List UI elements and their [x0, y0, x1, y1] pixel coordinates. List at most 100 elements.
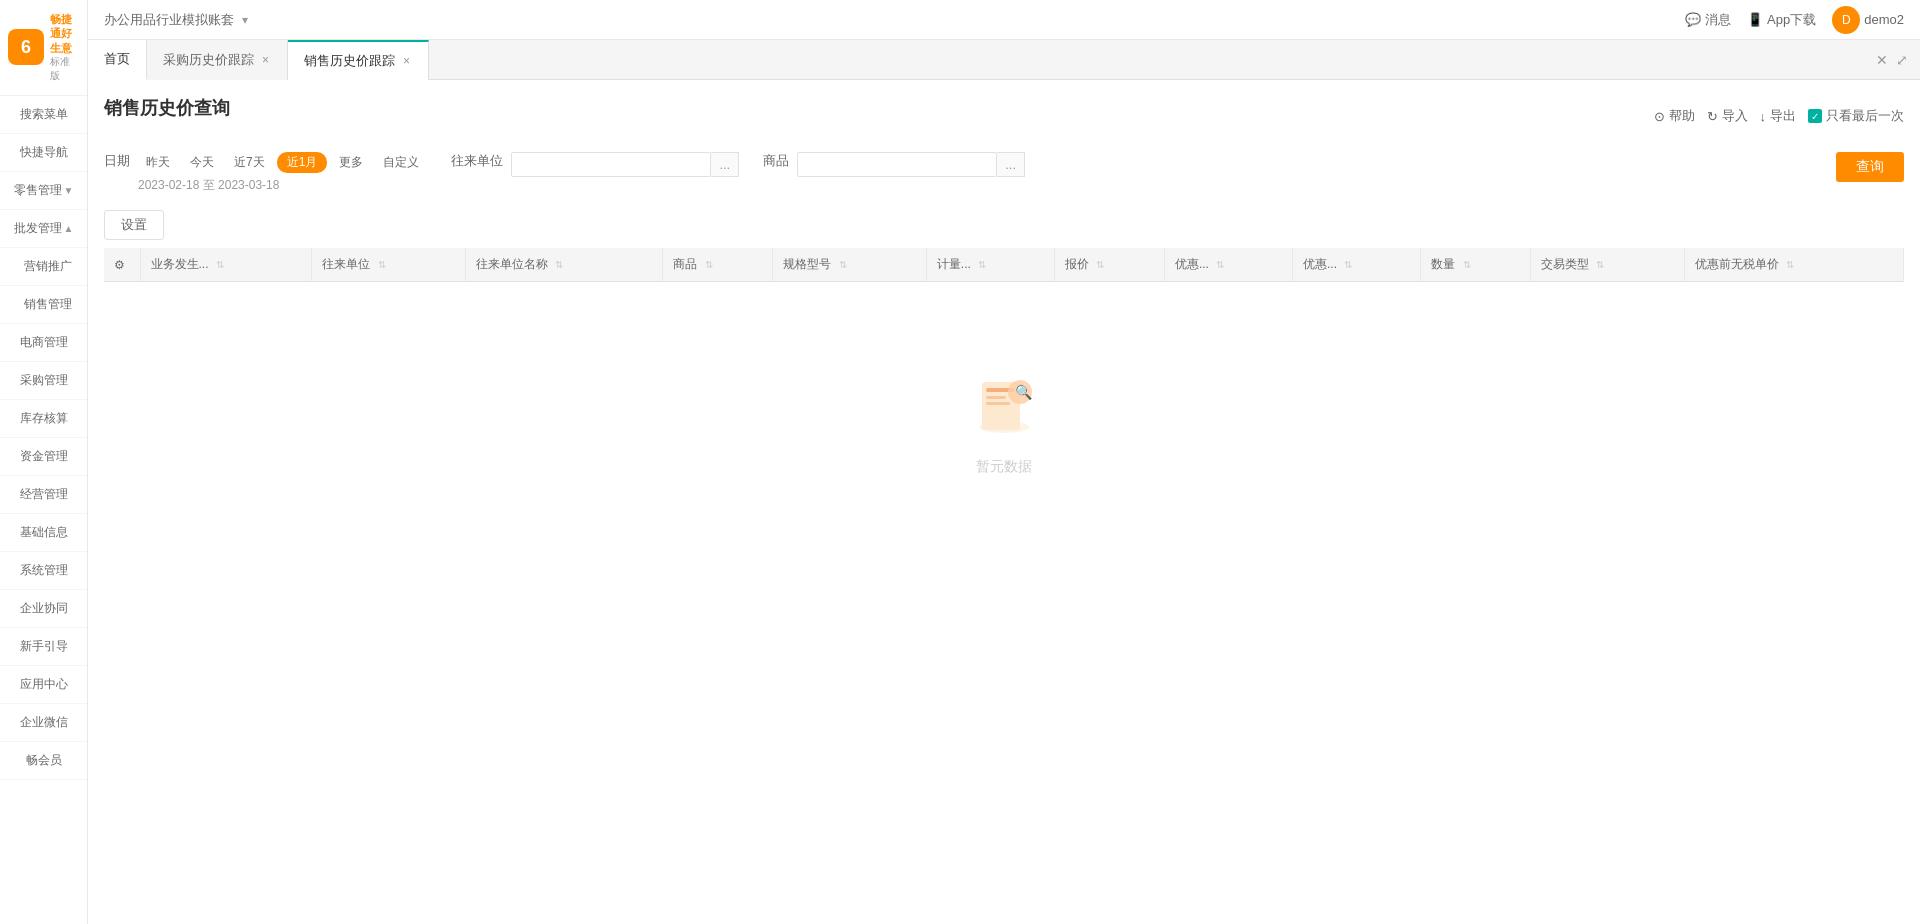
wechat-label: 企业微信: [20, 714, 68, 731]
partner-name-sort-icon: ⇅: [555, 259, 563, 270]
table-header: ⚙ 业务发生... ⇅ 往来单位 ⇅ 往来单位名称 ⇅: [104, 248, 1904, 282]
sidebar-item-system[interactable]: 系统管理: [0, 552, 87, 590]
sidebar-item-apps[interactable]: 应用中心: [0, 666, 87, 704]
import-action[interactable]: ↻ 导入: [1707, 107, 1748, 125]
app-logo-sub: 标准版: [50, 55, 79, 83]
qty-sort-icon: ⇅: [1463, 259, 1471, 270]
tab-sales-history[interactable]: 销售历史价跟踪 ×: [288, 40, 429, 80]
sidebar-item-basic[interactable]: 基础信息: [0, 514, 87, 552]
partner-input-dots[interactable]: ...: [711, 152, 739, 177]
wholesale-arrow-icon: ▲: [64, 223, 74, 234]
sidebar-item-quicknav[interactable]: 快捷导航: [0, 134, 87, 172]
table-col-product[interactable]: 商品 ⇅: [663, 248, 773, 282]
settings-button[interactable]: 设置: [104, 210, 164, 240]
app-download-action[interactable]: 📱 App下载: [1747, 11, 1816, 29]
sidebar-logo[interactable]: 6 畅捷通好生意 标准版: [0, 0, 87, 96]
sidebar-item-search[interactable]: 搜索菜单: [0, 96, 87, 134]
date-option-more[interactable]: 更多: [331, 152, 371, 173]
main-content: 办公用品行业模拟账套 ▾ 💬 消息 📱 App下载 D demo2 首页 采购历…: [88, 0, 1920, 924]
sidebar-item-vip[interactable]: 畅会员: [0, 742, 87, 780]
table-col-discount2[interactable]: 优惠... ⇅: [1293, 248, 1421, 282]
query-button[interactable]: 查询: [1836, 152, 1904, 182]
topbar-dropdown-icon[interactable]: ▾: [242, 13, 248, 27]
product-filter-section: 商品 ...: [763, 152, 1025, 177]
enterprise-label: 企业协同: [20, 600, 68, 617]
table-col-quote[interactable]: 报价 ⇅: [1054, 248, 1164, 282]
date-option-custom[interactable]: 自定义: [375, 152, 427, 173]
product-sort-icon: ⇅: [705, 259, 713, 270]
import-label: 导入: [1722, 107, 1748, 125]
sidebar-item-inventory[interactable]: 库存核算: [0, 400, 87, 438]
date-option-last1m[interactable]: 近1月: [277, 152, 328, 173]
table-col-unit[interactable]: 计量... ⇅: [926, 248, 1054, 282]
date-option-yesterday[interactable]: 昨天: [138, 152, 178, 173]
topbar-right: 💬 消息 📱 App下载 D demo2: [1685, 6, 1904, 34]
last-only-checkbox[interactable]: ✓: [1808, 109, 1822, 123]
sidebar-item-sales[interactable]: 销售管理: [0, 286, 87, 324]
svg-rect-4: [986, 402, 1010, 405]
tab-sales-history-close[interactable]: ×: [401, 52, 412, 70]
sidebar-item-retail[interactable]: 零售管理 ▼: [0, 172, 87, 210]
date-option-today[interactable]: 今天: [182, 152, 222, 173]
biz-date-sort-icon: ⇅: [216, 259, 224, 270]
date-filter-section: 日期 昨天 今天 近7天 近1月 更多 自定义 2023-02-18 至 202…: [104, 152, 427, 194]
biz-date-col-label: 业务发生...: [151, 257, 209, 271]
ecommerce-label: 电商管理: [20, 334, 68, 351]
unit-sort-icon: ⇅: [978, 259, 986, 270]
export-label: 导出: [1770, 107, 1796, 125]
sidebar-item-wechat[interactable]: 企业微信: [0, 704, 87, 742]
system-label: 系统管理: [20, 562, 68, 579]
table-col-trade-type[interactable]: 交易类型 ⇅: [1531, 248, 1685, 282]
sidebar-item-enterprise[interactable]: 企业协同: [0, 590, 87, 628]
table-settings-icon[interactable]: ⚙: [114, 258, 125, 272]
sidebar-item-newbie[interactable]: 新手引导: [0, 628, 87, 666]
table-col-discount1[interactable]: 优惠... ⇅: [1164, 248, 1292, 282]
pretax-price-col-label: 优惠前无税单价: [1695, 257, 1779, 271]
newbie-label: 新手引导: [20, 638, 68, 655]
table-col-qty[interactable]: 数量 ⇅: [1421, 248, 1531, 282]
quicknav-label: 快捷导航: [20, 144, 68, 161]
help-action[interactable]: ⊙ 帮助: [1654, 107, 1695, 125]
message-action[interactable]: 💬 消息: [1685, 11, 1731, 29]
retail-label: 零售管理: [14, 182, 62, 199]
export-action[interactable]: ↓ 导出: [1760, 107, 1797, 125]
fullscreen-icon[interactable]: ⤢: [1896, 52, 1908, 68]
table-col-spec[interactable]: 规格型号 ⇅: [773, 248, 927, 282]
table-col-biz-date[interactable]: 业务发生... ⇅: [140, 248, 312, 282]
purchase-label: 采购管理: [20, 372, 68, 389]
sidebar-item-operations[interactable]: 经营管理: [0, 476, 87, 514]
sidebar-item-marketing[interactable]: 营销推广: [0, 248, 87, 286]
export-icon: ↓: [1760, 109, 1767, 124]
sidebar-item-ecommerce[interactable]: 电商管理: [0, 324, 87, 362]
discount2-col-label: 优惠...: [1303, 257, 1337, 271]
product-input[interactable]: [797, 152, 997, 177]
message-icon: 💬: [1685, 12, 1701, 27]
last-only-checkbox-label[interactable]: ✓ 只看最后一次: [1808, 107, 1904, 125]
sidebar-item-finance[interactable]: 资金管理: [0, 438, 87, 476]
product-input-group: ...: [797, 152, 1025, 177]
date-buttons: 昨天 今天 近7天 近1月 更多 自定义: [138, 152, 427, 173]
close-all-tabs-icon[interactable]: ✕: [1876, 52, 1888, 68]
discount1-col-label: 优惠...: [1175, 257, 1209, 271]
sidebar-item-purchase[interactable]: 采购管理: [0, 362, 87, 400]
filter-actions: 查询: [1836, 152, 1904, 182]
table-col-partner-name[interactable]: 往来单位名称 ⇅: [465, 248, 662, 282]
tab-purchase-history[interactable]: 采购历史价跟踪 ×: [147, 40, 288, 80]
apps-label: 应用中心: [20, 676, 68, 693]
partner-input[interactable]: [511, 152, 711, 177]
tab-home[interactable]: 首页: [88, 40, 147, 80]
table-col-partner-code[interactable]: 往来单位 ⇅: [312, 248, 466, 282]
product-input-dots[interactable]: ...: [997, 152, 1025, 177]
empty-state-text: 暂元数据: [976, 458, 1032, 476]
sidebar-item-wholesale[interactable]: 批发管理 ▲: [0, 210, 87, 248]
tab-purchase-history-close[interactable]: ×: [260, 51, 271, 69]
filter-bar: 日期 昨天 今天 近7天 近1月 更多 自定义 2023-02-18 至 202…: [104, 152, 1904, 194]
page-content: 销售历史价查询 ⊙ 帮助 ↻ 导入 ↓ 导出 ✓ 只看最后一次: [88, 80, 1920, 924]
table-col-pretax-price[interactable]: 优惠前无税单价 ⇅: [1684, 248, 1903, 282]
date-range-display: 2023-02-18 至 2023-03-18: [138, 177, 427, 194]
svg-text:🔍: 🔍: [1015, 384, 1033, 401]
wholesale-label: 批发管理: [14, 220, 62, 237]
user-profile[interactable]: D demo2: [1832, 6, 1904, 34]
date-option-last7[interactable]: 近7天: [226, 152, 273, 173]
avatar: D: [1832, 6, 1860, 34]
